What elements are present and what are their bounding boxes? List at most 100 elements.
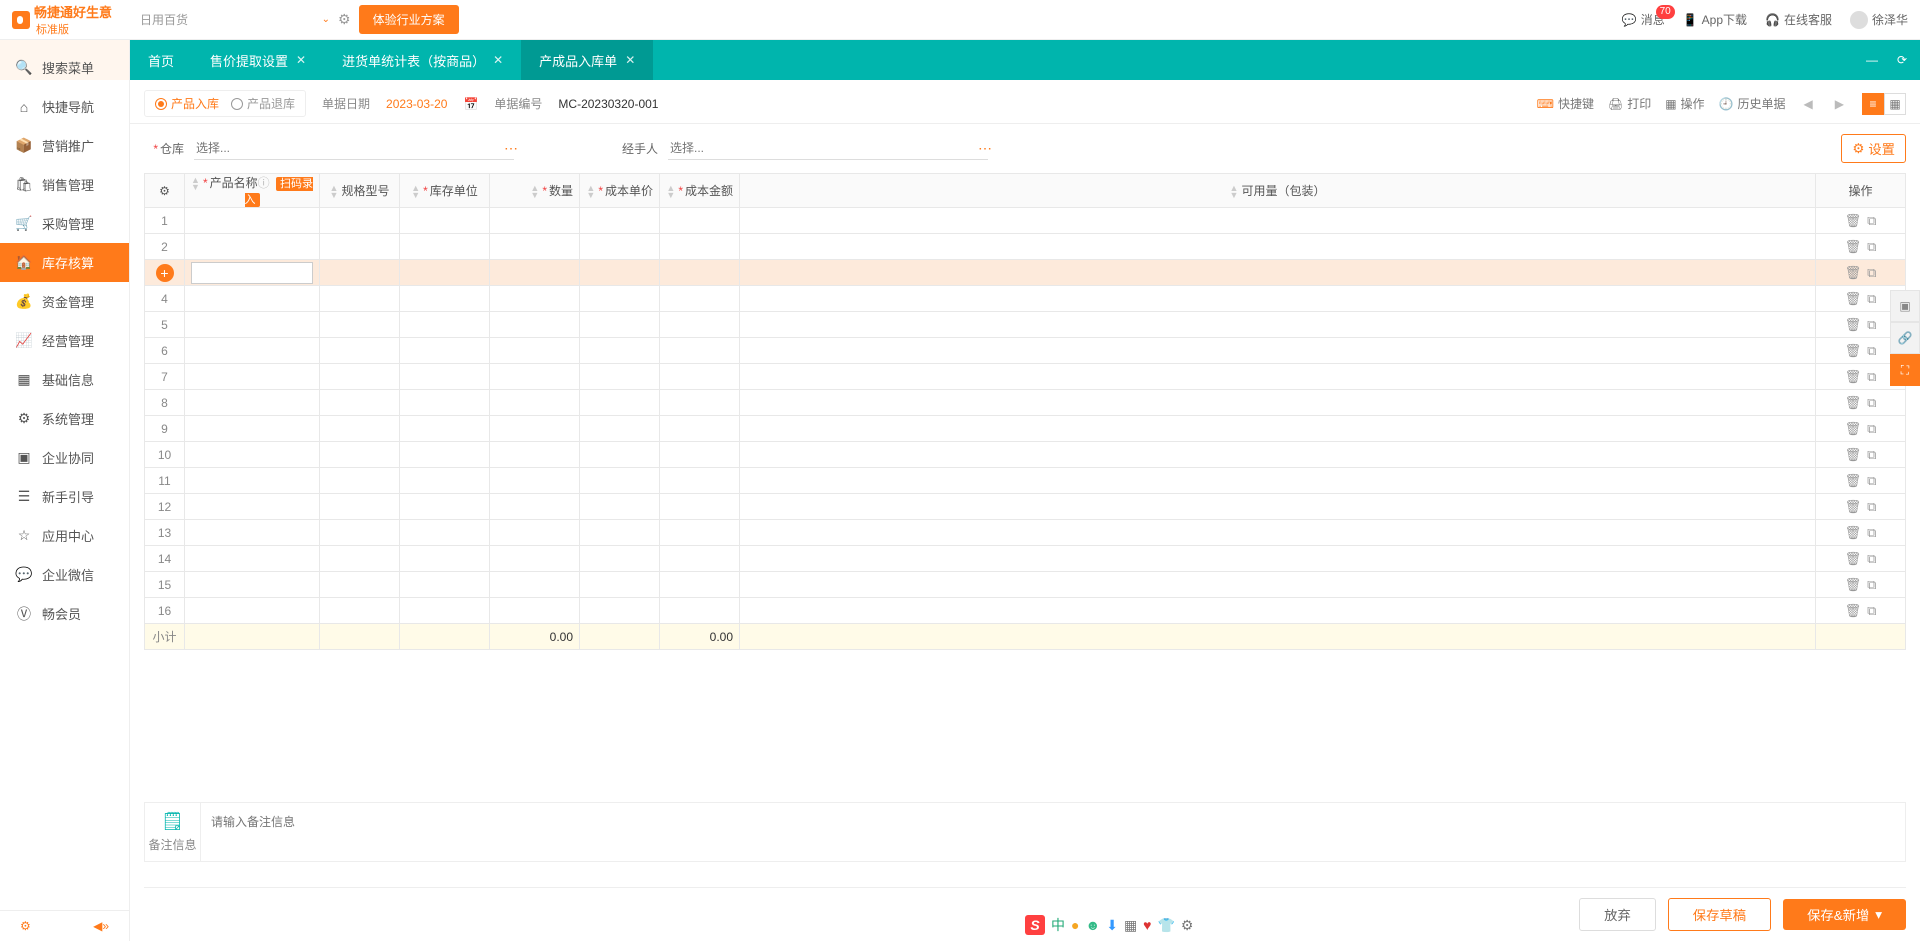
- table-row[interactable]: 9🗑⧉: [145, 416, 1906, 442]
- table-row[interactable]: 10🗑⧉: [145, 442, 1906, 468]
- copy-icon[interactable]: ⧉: [1867, 265, 1876, 280]
- table-row[interactable]: 11🗑⧉: [145, 468, 1906, 494]
- delete-icon[interactable]: 🗑: [1845, 317, 1862, 332]
- table-row[interactable]: 12🗑⧉: [145, 494, 1906, 520]
- tab-0[interactable]: 首页: [130, 40, 192, 80]
- sidebar-item-6[interactable]: 💰资金管理: [0, 282, 129, 321]
- product-name-input[interactable]: [191, 262, 313, 284]
- delete-icon[interactable]: 🗑: [1845, 551, 1862, 566]
- sidebar-item-7[interactable]: 📈经营管理: [0, 321, 129, 360]
- delete-icon[interactable]: 🗑: [1845, 213, 1862, 228]
- save-draft-button[interactable]: 保存草稿: [1668, 898, 1771, 931]
- handler-input[interactable]: [668, 137, 988, 160]
- tab-minimize[interactable]: —: [1858, 46, 1886, 74]
- delete-icon[interactable]: 🗑: [1845, 369, 1862, 384]
- copy-icon[interactable]: ⧉: [1867, 421, 1876, 436]
- print-button[interactable]: 🖨打印: [1608, 95, 1651, 112]
- copy-icon[interactable]: ⧉: [1867, 213, 1876, 228]
- radio-out[interactable]: 产品退库: [231, 95, 295, 112]
- warehouse-input[interactable]: [194, 137, 514, 160]
- date-value[interactable]: 2023-03-20: [386, 97, 447, 111]
- delete-icon[interactable]: 🗑: [1845, 499, 1862, 514]
- sidebar-item-4[interactable]: 🛒采购管理: [0, 204, 129, 243]
- messages-button[interactable]: 💬 消息 70: [1622, 11, 1665, 28]
- float-tool-expand[interactable]: ⛶: [1890, 354, 1920, 386]
- help-icon[interactable]: ⓘ: [258, 176, 270, 190]
- copy-icon[interactable]: ⧉: [1867, 473, 1876, 488]
- float-tool-link[interactable]: 🔗: [1890, 322, 1920, 354]
- discard-button[interactable]: 放弃: [1579, 898, 1656, 931]
- cta-button[interactable]: 体验行业方案: [359, 5, 459, 34]
- close-icon[interactable]: ✕: [493, 53, 503, 67]
- delete-icon[interactable]: 🗑: [1845, 291, 1862, 306]
- table-row[interactable]: 1🗑⧉: [145, 208, 1906, 234]
- sidebar-settings-icon[interactable]: ⚙: [20, 919, 31, 933]
- copy-icon[interactable]: ⧉: [1867, 577, 1876, 592]
- tab-3[interactable]: 产成品入库单✕: [521, 40, 653, 80]
- table-row[interactable]: 8🗑⧉: [145, 390, 1906, 416]
- table-config-icon[interactable]: ⚙: [159, 184, 170, 198]
- next-doc[interactable]: ▶: [1831, 97, 1848, 111]
- view-list[interactable]: ≡: [1862, 93, 1884, 115]
- sidebar-item-3[interactable]: 🛍销售管理: [0, 165, 129, 204]
- handler-more-icon[interactable]: ⋯: [978, 140, 992, 157]
- operate-button[interactable]: ▦操作: [1665, 95, 1704, 112]
- close-icon[interactable]: ✕: [625, 53, 635, 67]
- sidebar-item-10[interactable]: ▣企业协同: [0, 438, 129, 477]
- delete-icon[interactable]: 🗑: [1845, 447, 1862, 462]
- app-download[interactable]: 📱 App下载: [1683, 11, 1747, 28]
- settings-button[interactable]: ⚙设置: [1841, 134, 1906, 163]
- copy-icon[interactable]: ⧉: [1867, 343, 1876, 358]
- copy-icon[interactable]: ⧉: [1867, 499, 1876, 514]
- copy-icon[interactable]: ⧉: [1867, 525, 1876, 540]
- tab-1[interactable]: 售价提取设置✕: [192, 40, 324, 80]
- radio-in[interactable]: 产品入库: [155, 95, 219, 112]
- delete-icon[interactable]: 🗑: [1845, 577, 1862, 592]
- table-row[interactable]: 2🗑⧉: [145, 234, 1906, 260]
- delete-icon[interactable]: 🗑: [1845, 395, 1862, 410]
- delete-icon[interactable]: 🗑: [1845, 421, 1862, 436]
- table-row[interactable]: 15🗑⧉: [145, 572, 1906, 598]
- warehouse-more-icon[interactable]: ⋯: [504, 140, 518, 157]
- calendar-icon[interactable]: 📅: [463, 97, 478, 111]
- copy-icon[interactable]: ⧉: [1867, 603, 1876, 618]
- sidebar-item-13[interactable]: 💬企业微信: [0, 555, 129, 594]
- delete-icon[interactable]: 🗑: [1845, 473, 1862, 488]
- table-row[interactable]: + 🗑 ⧉: [145, 260, 1906, 286]
- delete-icon[interactable]: 🗑: [1845, 265, 1862, 280]
- tab-2[interactable]: 进货单统计表（按商品）✕: [324, 40, 521, 80]
- sidebar-item-1[interactable]: ⌂快捷导航: [0, 87, 129, 126]
- sidebar-item-12[interactable]: ☆应用中心: [0, 516, 129, 555]
- sidebar-item-8[interactable]: ▦基础信息: [0, 360, 129, 399]
- user-menu[interactable]: 徐泽华: [1850, 11, 1908, 29]
- copy-icon[interactable]: ⧉: [1867, 551, 1876, 566]
- copy-icon[interactable]: ⧉: [1867, 291, 1876, 306]
- prev-doc[interactable]: ◀: [1800, 97, 1817, 111]
- delete-icon[interactable]: 🗑: [1845, 603, 1862, 618]
- float-tool-1[interactable]: ▣: [1890, 290, 1920, 322]
- close-icon[interactable]: ✕: [296, 53, 306, 67]
- remark-input[interactable]: [201, 803, 1905, 861]
- shortcut-button[interactable]: ⌨快捷键: [1537, 95, 1594, 112]
- table-row[interactable]: 7🗑⧉: [145, 364, 1906, 390]
- tab-refresh[interactable]: ⟳: [1888, 46, 1916, 74]
- workspace-dropdown[interactable]: 日用百货 ⌄: [140, 11, 330, 28]
- delete-icon[interactable]: 🗑: [1845, 525, 1862, 540]
- table-row[interactable]: 5🗑⧉: [145, 312, 1906, 338]
- history-button[interactable]: 🕘历史单据: [1719, 95, 1786, 112]
- copy-icon[interactable]: ⧉: [1867, 239, 1876, 254]
- ime-tray[interactable]: S 中 ●☻⬇ ▦♥👕⚙: [1025, 915, 1193, 935]
- copy-icon[interactable]: ⧉: [1867, 447, 1876, 462]
- delete-icon[interactable]: 🗑: [1845, 239, 1862, 254]
- sidebar-item-0[interactable]: 🔍搜索菜单: [0, 48, 129, 87]
- sidebar-item-5[interactable]: 🏠库存核算: [0, 243, 129, 282]
- sidebar-item-9[interactable]: ⚙系统管理: [0, 399, 129, 438]
- gear-icon[interactable]: ⚙: [338, 11, 351, 28]
- sidebar-collapse-icon[interactable]: ◀»: [93, 919, 109, 933]
- add-row-icon[interactable]: +: [156, 264, 174, 282]
- copy-icon[interactable]: ⧉: [1867, 317, 1876, 332]
- view-card[interactable]: ▦: [1884, 93, 1906, 115]
- sidebar-item-11[interactable]: ☰新手引导: [0, 477, 129, 516]
- table-row[interactable]: 16🗑⧉: [145, 598, 1906, 624]
- copy-icon[interactable]: ⧉: [1867, 395, 1876, 410]
